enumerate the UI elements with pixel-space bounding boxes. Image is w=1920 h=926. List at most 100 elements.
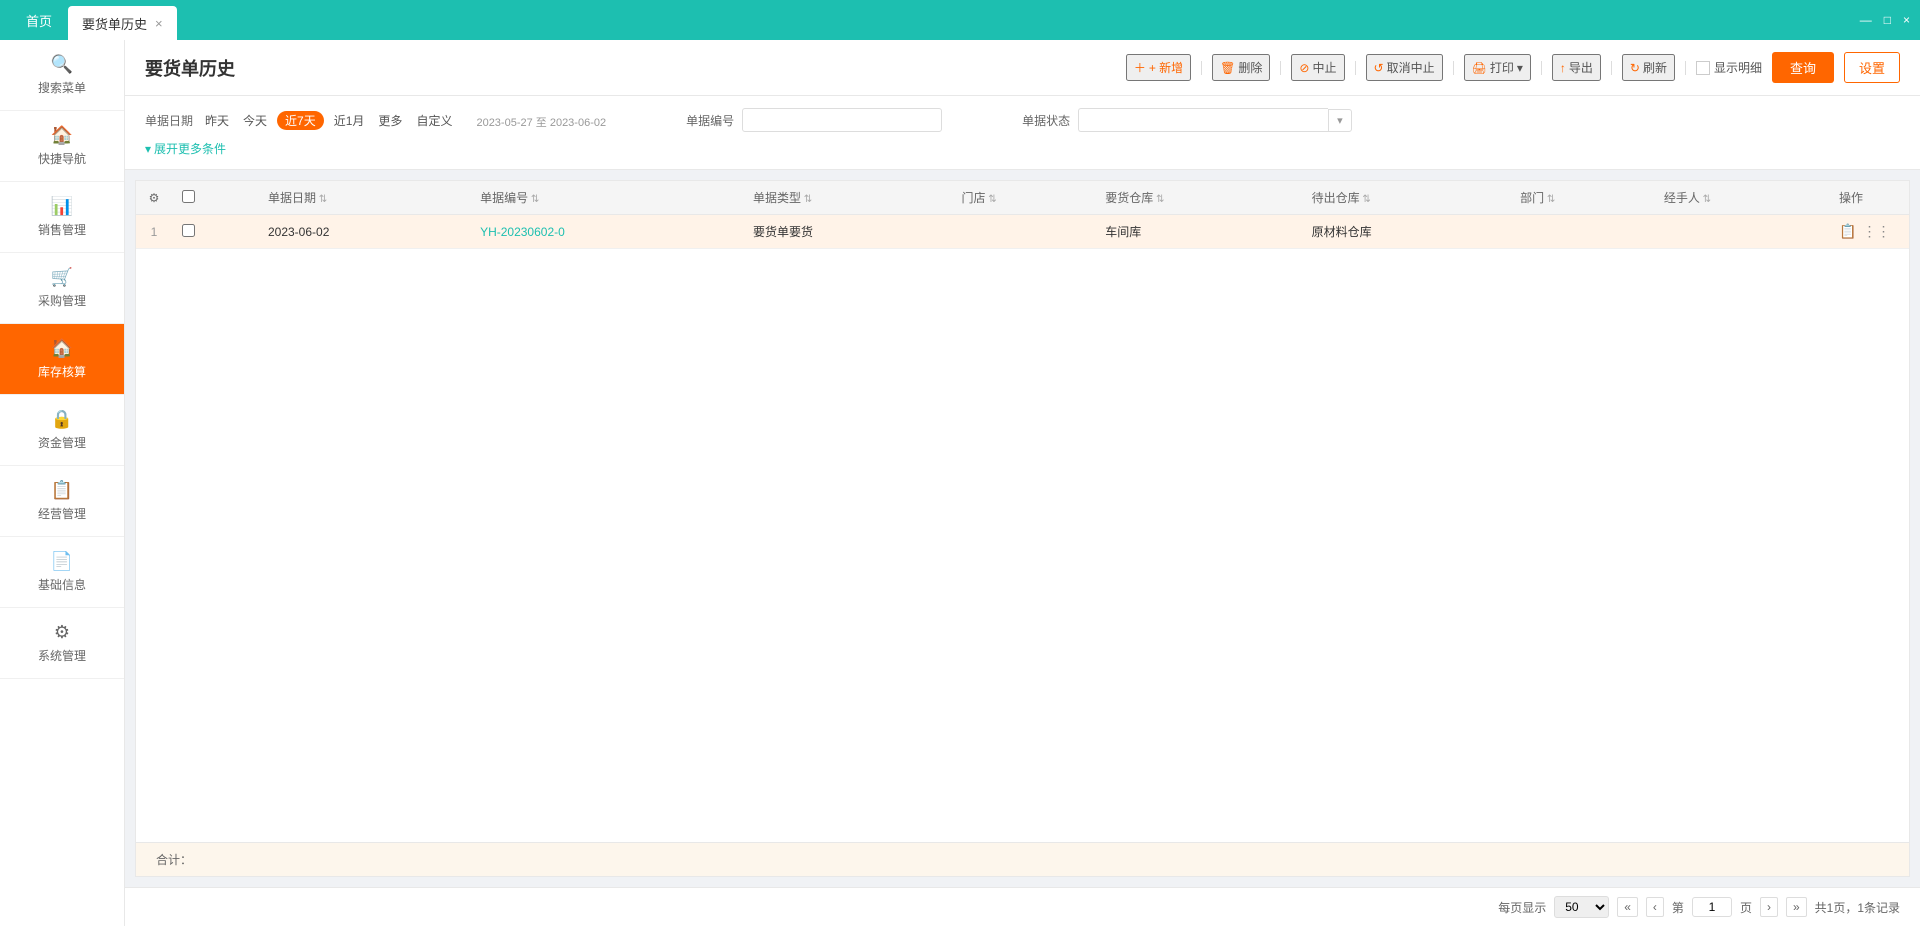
cell-dept	[1510, 215, 1654, 249]
prev-page-btn[interactable]: ‹	[1646, 897, 1664, 917]
cell-billtype: 要货单要货	[743, 215, 951, 249]
inventory-calc-icon: 🏠	[51, 338, 73, 359]
sidebar-item-purchase-mgmt[interactable]: 🛒 采购管理	[0, 253, 124, 324]
date-btn-1month[interactable]: 近1月	[330, 111, 369, 130]
tab-active-label: 要货单历史	[82, 14, 147, 33]
sidebar-item-ops-mgmt[interactable]: 📋 经营管理	[0, 466, 124, 537]
filter-area: 单据日期 昨天 今天 近7天 近1月 更多 自定义 2023-05-27 至 2…	[125, 96, 1920, 170]
tab-close-icon[interactable]: ×	[155, 16, 163, 31]
sidebar-item-inventory-calc[interactable]: 🏠 库存核算	[0, 324, 124, 395]
basic-info-icon: 📄	[51, 551, 73, 572]
sum-label: 合计：	[156, 853, 192, 867]
edit-action-icon[interactable]: 📋	[1839, 223, 1856, 240]
billno-link[interactable]: YH-20230602-0	[480, 225, 565, 239]
window-close[interactable]: ×	[1903, 13, 1910, 27]
cell-action: 📋 ⋮⋮	[1829, 215, 1909, 249]
cell-checkbox[interactable]	[172, 215, 258, 249]
filter-item-billno: 单据编号	[686, 108, 942, 132]
tab-home[interactable]: 首页	[10, 0, 68, 40]
table-container: ⚙ 单据日期 单据编号 单据类型 门店 要货仓库 待出仓库 部门	[135, 180, 1910, 877]
stop-icon: ⊘	[1299, 61, 1309, 75]
date-btn-yesterday[interactable]: 昨天	[201, 111, 233, 130]
ops-mgmt-icon: 📋	[51, 480, 73, 501]
sidebar-item-search-menu[interactable]: 🔍 搜索菜单	[0, 40, 124, 111]
first-page-btn[interactable]: «	[1617, 897, 1638, 917]
next-page-btn[interactable]: ›	[1760, 897, 1778, 917]
sidebar-item-finance-mgmt[interactable]: 🔒 资金管理	[0, 395, 124, 466]
refresh-icon: ↻	[1630, 61, 1640, 75]
toolbar: ＋ + 新增 🗑 删除 ⊘ 中止 ↺ 取消中止	[1126, 52, 1900, 83]
col-settings[interactable]: ⚙	[136, 181, 172, 215]
table-footer: 合计：	[136, 842, 1909, 876]
delete-icon: 🗑	[1220, 61, 1235, 75]
col-action-header: 操作	[1829, 181, 1909, 215]
sales-mgmt-icon: 📊	[51, 196, 73, 217]
stop-button[interactable]: ⊘ 中止	[1291, 54, 1344, 81]
cancel-stop-button[interactable]: ↺ 取消中止	[1366, 54, 1443, 81]
sidebar-item-quick-nav[interactable]: 🏠 快捷导航	[0, 111, 124, 182]
window-maximize[interactable]: □	[1884, 13, 1891, 27]
sidebar-item-sales-mgmt[interactable]: 📊 销售管理	[0, 182, 124, 253]
setting-button[interactable]: 设置	[1844, 52, 1900, 83]
query-button[interactable]: 查询	[1772, 52, 1834, 83]
status-input[interactable]	[1078, 108, 1328, 132]
date-btn-7days[interactable]: 近7天	[277, 111, 324, 130]
display-detail-toggle[interactable]: 显示明细	[1696, 59, 1762, 76]
settings-col-icon[interactable]: ⚙	[149, 191, 160, 205]
last-page-btn[interactable]: »	[1786, 897, 1807, 917]
col-reqwarehouse-header[interactable]: 要货仓库	[1095, 181, 1301, 215]
col-billtype-header[interactable]: 单据类型	[743, 181, 951, 215]
date-filter-label: 单据日期	[145, 112, 193, 129]
date-btn-more[interactable]: 更多	[374, 111, 406, 130]
col-store-header[interactable]: 门店	[951, 181, 1095, 215]
select-all-checkbox[interactable]	[182, 190, 195, 203]
export-icon: ↑	[1560, 61, 1566, 75]
filter-row-1: 单据日期 昨天 今天 近7天 近1月 更多 自定义 2023-05-27 至 2…	[145, 108, 1900, 132]
window-controls: — □ ×	[1860, 13, 1910, 27]
export-button[interactable]: ↑ 导出	[1552, 54, 1601, 81]
page-label: 第	[1672, 899, 1684, 916]
more-action-icon[interactable]: ⋮⋮	[1862, 223, 1890, 240]
col-billno-header[interactable]: 单据编号	[470, 181, 743, 215]
cell-index: 1	[136, 215, 172, 249]
new-button[interactable]: ＋ + 新增	[1126, 54, 1191, 81]
page-size-select[interactable]: 20 50 100	[1554, 896, 1609, 918]
window-minimize[interactable]: —	[1860, 13, 1872, 27]
tab-active[interactable]: 要货单历史 ×	[68, 6, 177, 40]
divider-1	[1201, 61, 1202, 75]
sidebar-item-label-sys-mgmt: 系统管理	[38, 647, 86, 664]
col-dept-header[interactable]: 部门	[1510, 181, 1654, 215]
divider-4	[1453, 61, 1454, 75]
current-page-input[interactable]	[1692, 897, 1732, 917]
col-checkbox-header[interactable]	[172, 181, 258, 215]
status-dropdown-btn[interactable]: ▾	[1328, 109, 1352, 132]
refresh-button[interactable]: ↻ 刷新	[1622, 54, 1675, 81]
sidebar-item-label-ops-mgmt: 经营管理	[38, 505, 86, 522]
sidebar-item-label-quick-nav: 快捷导航	[38, 150, 86, 167]
action-icons: 📋 ⋮⋮	[1839, 223, 1899, 240]
filter-item-status: 单据状态 ▾	[1022, 108, 1352, 132]
cell-pendingwarehouse: 原材料仓库	[1302, 215, 1510, 249]
sidebar-item-sys-mgmt[interactable]: ⚙ 系统管理	[0, 608, 124, 679]
search-menu-icon: 🔍	[51, 54, 73, 75]
row-checkbox[interactable]	[182, 224, 195, 237]
date-btn-today[interactable]: 今天	[239, 111, 271, 130]
table-row: 1 2023-06-02 YH-20230602-0 要货单要货 车间库	[136, 215, 1909, 249]
divider-3	[1355, 61, 1356, 75]
display-detail-checkbox[interactable]	[1696, 61, 1710, 75]
col-handler-header[interactable]: 经手人	[1654, 181, 1829, 215]
cell-reqwarehouse: 车间库	[1095, 215, 1301, 249]
expand-more-icon: ▾	[145, 142, 151, 156]
print-button[interactable]: 🖨 打印 ▾	[1464, 54, 1531, 81]
top-bar: 首页 要货单历史 × — □ ×	[0, 0, 1920, 40]
cancel-stop-icon: ↺	[1374, 61, 1384, 75]
billno-input[interactable]	[742, 108, 942, 132]
delete-button[interactable]: 🗑 删除	[1212, 54, 1270, 81]
cell-store	[951, 215, 1095, 249]
col-pendingwarehouse-header[interactable]: 待出仓库	[1302, 181, 1510, 215]
expand-more-btn[interactable]: ▾ 展开更多条件	[145, 140, 1900, 157]
sidebar-item-basic-info[interactable]: 📄 基础信息	[0, 537, 124, 608]
table-scroll[interactable]: ⚙ 单据日期 单据编号 单据类型 门店 要货仓库 待出仓库 部门	[136, 181, 1909, 842]
date-btn-custom[interactable]: 自定义	[412, 111, 456, 130]
col-date-header[interactable]: 单据日期	[258, 181, 470, 215]
